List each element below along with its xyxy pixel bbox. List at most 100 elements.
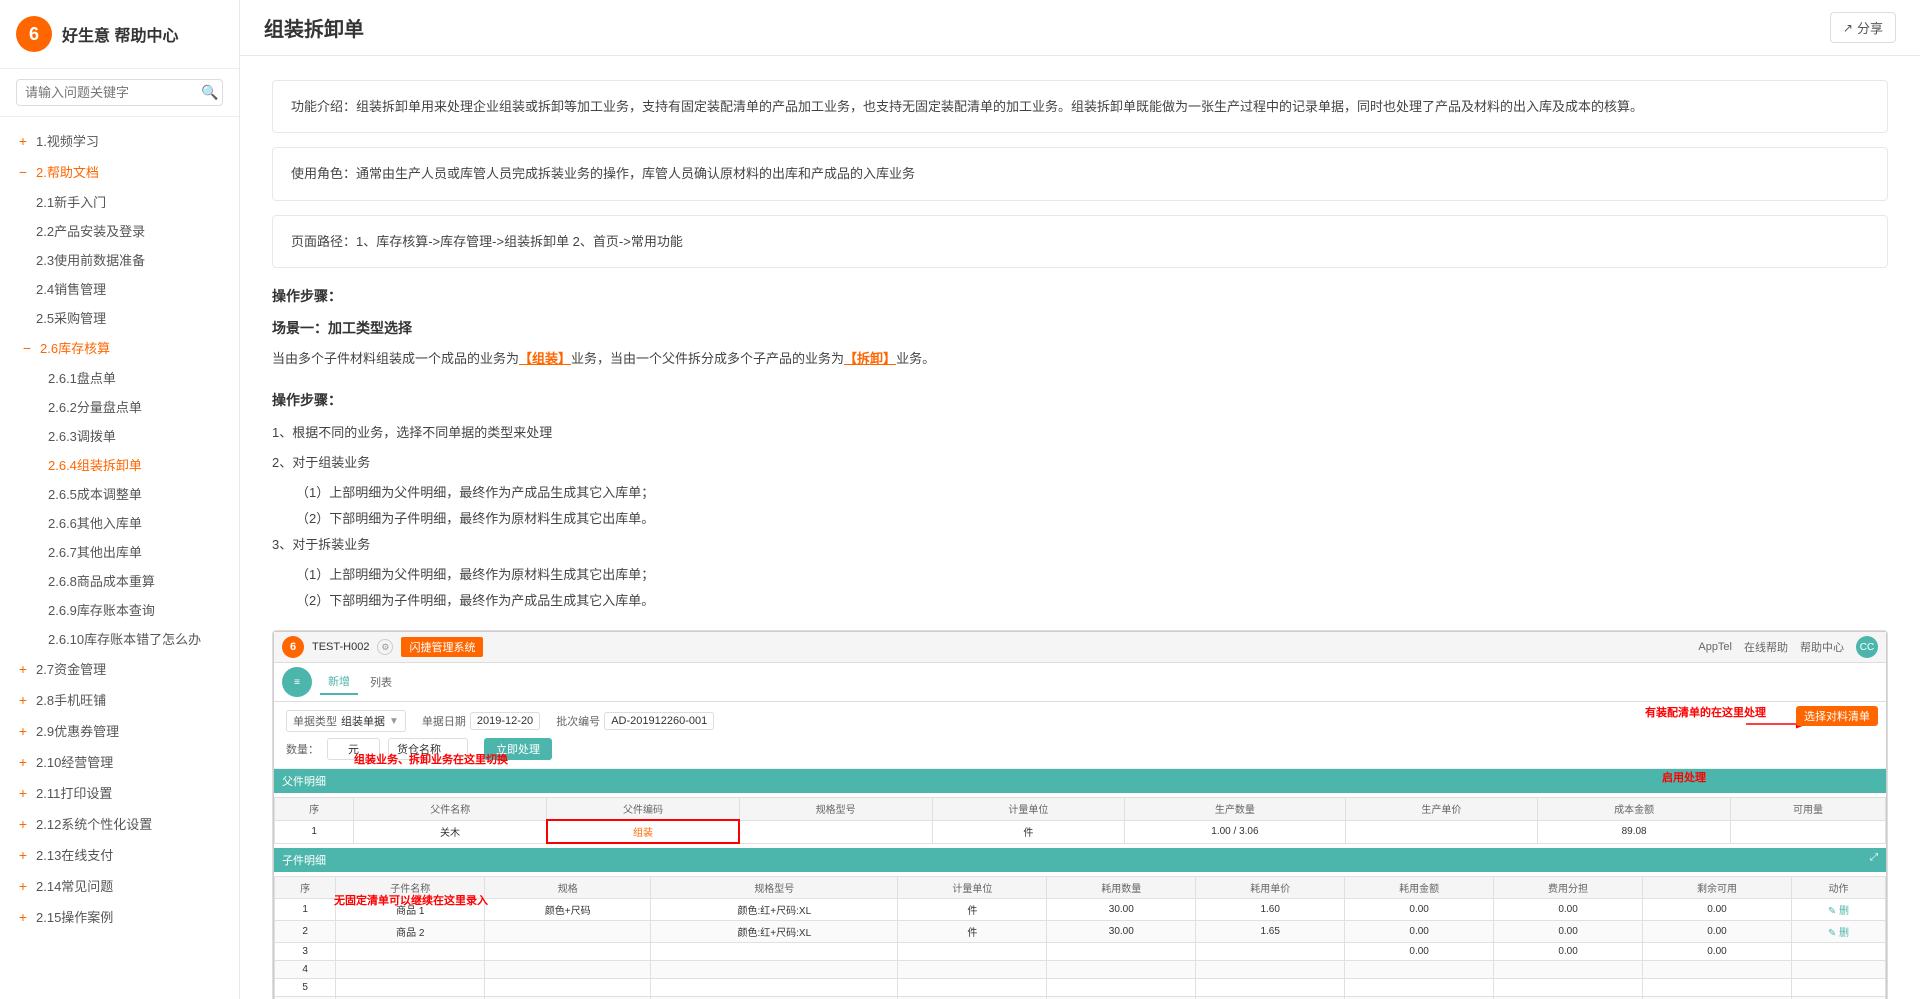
app-nav-tabs: ≡ 新增 列表 bbox=[274, 663, 1886, 702]
sidebar-item-transfer[interactable]: 2.6.3调拨单 bbox=[0, 421, 239, 450]
sidebar-item-faq[interactable]: + 2.14常见问题 bbox=[0, 870, 239, 901]
plus-icon: + bbox=[16, 134, 30, 148]
sidebar-item-ops[interactable]: + 2.10经营管理 bbox=[0, 746, 239, 777]
cell bbox=[1791, 961, 1885, 979]
cell bbox=[485, 921, 651, 943]
sidebar-item-online[interactable]: + 2.13在线支付 bbox=[0, 839, 239, 870]
field-date: 单据日期 2019-12-20 bbox=[422, 712, 540, 730]
annotation-label-4: 启用处理 bbox=[1662, 769, 1706, 785]
cell: 0.00 bbox=[1494, 921, 1643, 943]
quantity-row: 数量： 元 货仓名称 立即处理 bbox=[286, 738, 1874, 760]
cell bbox=[1047, 943, 1196, 961]
minus-icon: − bbox=[16, 165, 30, 179]
cell-prod-qty: 1.00 / 3.06 bbox=[1125, 820, 1345, 843]
col-parent-code: 父件编码 bbox=[547, 798, 740, 821]
ops-title: 操作步骤： bbox=[272, 286, 1888, 306]
sidebar-item-sales[interactable]: 2.4销售管理 bbox=[0, 274, 239, 303]
scene1-desc: 当由多个子件材料组装成一个成品的业务为【组装】业务，当由一个父件拆分成多个子产品… bbox=[272, 346, 1888, 372]
sidebar-item-docs[interactable]: − 2.帮助文档 bbox=[0, 156, 239, 187]
cell: 30.00 bbox=[1047, 921, 1196, 943]
search-icon[interactable]: 🔍 bbox=[201, 84, 218, 101]
col-cost-amt: 成本金额 bbox=[1538, 798, 1731, 821]
plus-icon-print: + bbox=[16, 786, 30, 800]
minus-icon-inventory: − bbox=[20, 341, 34, 355]
nav-tab-active[interactable]: 新增 bbox=[320, 669, 358, 695]
sidebar-item-costrecalc[interactable]: 2.6.8商品成本重算 bbox=[0, 566, 239, 595]
sidebar-item-stockcheck[interactable]: 2.6.9库存账本查询 bbox=[0, 595, 239, 624]
col-child-model: 规格型号 bbox=[651, 877, 898, 899]
sidebar-item-system[interactable]: + 2.12系统个性化设置 bbox=[0, 808, 239, 839]
cell: 1.60 bbox=[1196, 899, 1345, 921]
cell bbox=[485, 979, 651, 997]
sidebar-item-finance[interactable]: + 2.7资金管理 bbox=[0, 653, 239, 684]
cell bbox=[1791, 943, 1885, 961]
sidebar-item-purchase[interactable]: 2.5采购管理 bbox=[0, 303, 239, 332]
sidebar-item-coupon[interactable]: + 2.9优惠券管理 bbox=[0, 715, 239, 746]
cell bbox=[336, 943, 485, 961]
action-btn[interactable]: ✎ 删 bbox=[1828, 906, 1849, 917]
sidebar-item-inventory[interactable]: − 2.6库存核算 bbox=[0, 332, 239, 363]
share-icon: ↗ bbox=[1843, 21, 1853, 35]
form-fields: 单据类型 组装单据 ▼ 单据日期 2019-12-20 批次编号 AD-2019… bbox=[286, 710, 1874, 732]
cell: 0.00 bbox=[1643, 921, 1792, 943]
cell: 0.00 bbox=[1345, 943, 1494, 961]
lower-section-container: 子件明细 ⤢ 无固定清单可以继续在这里录入 bbox=[274, 848, 1886, 872]
user-avatar: CC bbox=[1856, 636, 1878, 658]
cell-avail bbox=[1730, 820, 1885, 843]
dropdown-icon-type[interactable]: ▼ bbox=[389, 716, 399, 727]
cell-prod-price bbox=[1345, 820, 1538, 843]
sidebar-item-split[interactable]: 2.6.2分量盘点单 bbox=[0, 392, 239, 421]
sidebar-item-accounterr[interactable]: 2.6.10库存账本错了怎么办 bbox=[0, 624, 239, 653]
upper-table-container: 序 父件名称 父件编码 规格型号 计量单位 生产数量 生产单价 成本金额 可用量 bbox=[274, 797, 1886, 848]
upper-table-header: 序 父件名称 父件编码 规格型号 计量单位 生产数量 生产单价 成本金额 可用量 bbox=[275, 798, 1886, 821]
step2-1: （1）上部明细为父件明细，最终作为产成品生成其它入库单； bbox=[272, 480, 1888, 506]
sidebar-item-mobile[interactable]: + 2.8手机旺铺 bbox=[0, 684, 239, 715]
cell bbox=[898, 961, 1047, 979]
search-input[interactable] bbox=[25, 85, 201, 100]
nav-tab-list[interactable]: 列表 bbox=[362, 670, 400, 694]
cell bbox=[1196, 979, 1345, 997]
sidebar-item-print[interactable]: + 2.11打印设置 bbox=[0, 777, 239, 808]
action-btn2[interactable]: ✎ 删 bbox=[1828, 928, 1849, 939]
cell bbox=[485, 943, 651, 961]
sidebar-item-videos[interactable]: + 1.视频学习 bbox=[0, 125, 239, 156]
table-row: 30.000.000.00 bbox=[275, 943, 1886, 961]
scene1-title: 场景一：加工类型选择 bbox=[272, 318, 1888, 338]
annotation-label-5: 无固定清单可以继续在这里录入 bbox=[334, 892, 488, 908]
col-child-spec: 规格 bbox=[485, 877, 651, 899]
cell: 30.00 bbox=[1047, 899, 1196, 921]
sidebar-item-install[interactable]: 2.2产品安装及登录 bbox=[0, 216, 239, 245]
sidebar-item-count[interactable]: 2.6.1盘点单 bbox=[0, 363, 239, 392]
cell: 商品 2 bbox=[336, 921, 485, 943]
ops-steps-title: 操作步骤： bbox=[272, 390, 1888, 410]
cell bbox=[1196, 943, 1345, 961]
annotation-select-btn[interactable]: 选择对料清单 bbox=[1796, 706, 1878, 726]
sidebar-item-data[interactable]: 2.3使用前数据准备 bbox=[0, 245, 239, 274]
cell: 颜色:红+尺码:XL bbox=[651, 899, 898, 921]
cell bbox=[1494, 979, 1643, 997]
cell bbox=[651, 943, 898, 961]
cell bbox=[1047, 961, 1196, 979]
cell: ✎ 删 bbox=[1791, 921, 1885, 943]
header-row: 序 父件名称 父件编码 规格型号 计量单位 生产数量 生产单价 成本金额 可用量 bbox=[275, 798, 1886, 821]
share-button[interactable]: ↗ 分享 bbox=[1830, 12, 1896, 43]
sidebar-item-new[interactable]: 2.1新手入门 bbox=[0, 187, 239, 216]
col-consume-amt: 耗用金额 bbox=[1345, 877, 1494, 899]
cell bbox=[336, 961, 485, 979]
cell: 0.00 bbox=[1643, 899, 1792, 921]
form-value-date: 2019-12-20 bbox=[470, 712, 540, 730]
annotation-label-3: 组装业务、拆卸业务在这里切换 bbox=[354, 751, 508, 767]
sidebar-item-cases[interactable]: + 2.15操作案例 bbox=[0, 901, 239, 932]
sidebar-item-cost[interactable]: 2.6.5成本调整单 bbox=[0, 479, 239, 508]
sidebar-item-inother[interactable]: 2.6.6其他入库单 bbox=[0, 508, 239, 537]
expand-icon[interactable]: ⤢ bbox=[1870, 852, 1878, 863]
app-name: 好生意 帮助中心 bbox=[62, 22, 178, 46]
sidebar-item-outother[interactable]: 2.6.7其他出库单 bbox=[0, 537, 239, 566]
app-logo: 6 bbox=[282, 636, 304, 658]
cell: ✎ 删 bbox=[1791, 899, 1885, 921]
cell bbox=[651, 961, 898, 979]
plus-icon-ops: + bbox=[16, 755, 30, 769]
screenshot-container: 6 TEST-H002 ⚙ 闪捷管理系统 AppTel 在线帮助 帮助中心 CC… bbox=[272, 630, 1888, 999]
cell bbox=[1494, 961, 1643, 979]
sidebar-item-assemble[interactable]: 2.6.4组装拆卸单 bbox=[0, 450, 239, 479]
